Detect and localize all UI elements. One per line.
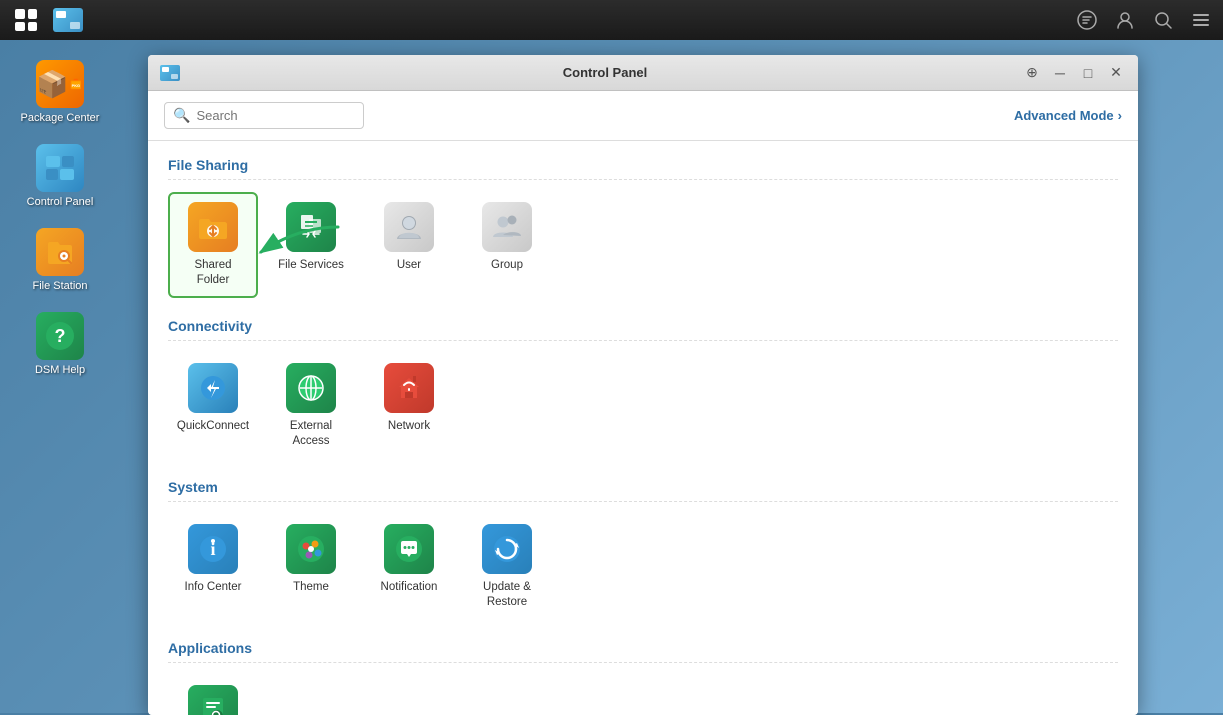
file-sharing-title: File Sharing (168, 157, 1118, 180)
arrow-indicator (253, 222, 343, 272)
theme-label: Theme (293, 580, 329, 595)
svg-text:?: ? (55, 326, 66, 346)
window-close-button[interactable]: ✕ (1106, 63, 1126, 83)
group-icon (482, 202, 532, 252)
window-maximize-button[interactable]: □ (1078, 63, 1098, 83)
advanced-mode-button[interactable]: Advanced Mode › (1014, 108, 1122, 123)
search-box[interactable]: 🔍 (164, 102, 364, 129)
control-panel-taskbar-icon (53, 8, 83, 32)
taskbar (0, 0, 1223, 40)
applications-section: Applications (168, 640, 1118, 715)
dsm-help-icon: ? (36, 312, 84, 360)
system-title: System (168, 479, 1118, 502)
connectivity-grid: QuickConnect (168, 353, 1118, 459)
theme-icon (286, 524, 336, 574)
theme-item[interactable]: Theme (266, 514, 356, 620)
user-icon[interactable] (1111, 6, 1139, 34)
connectivity-title: Connectivity (168, 318, 1118, 341)
quickconnect-label: QuickConnect (177, 419, 249, 434)
indexing-service-item[interactable]: IndexingService (168, 675, 258, 715)
svg-text:PKG: PKG (72, 83, 80, 88)
user-item[interactable]: User (364, 192, 454, 298)
system-section: System i Info Center (168, 479, 1118, 620)
window-minimize-button[interactable]: ─ (1050, 63, 1070, 83)
grid-icon (15, 9, 37, 31)
network-icon (384, 363, 434, 413)
external-access-icon (286, 363, 336, 413)
external-access-label: External Access (276, 419, 346, 449)
desktop: PKG Package Center Control Panel (0, 40, 1223, 713)
control-panel-desktop-icon (36, 144, 84, 192)
info-center-icon: i (188, 524, 238, 574)
window-titlebar: Control Panel ⊕ ─ □ ✕ (148, 55, 1138, 91)
desktop-icon-file-station[interactable]: File Station (20, 228, 100, 292)
system-grid: i Info Center (168, 514, 1118, 620)
desktop-icon-list: PKG Package Center Control Panel (20, 60, 100, 376)
menu-icon[interactable] (1187, 6, 1215, 34)
user-icon-cp (384, 202, 434, 252)
file-sharing-grid: SharedFolder (168, 192, 1118, 298)
applications-title: Applications (168, 640, 1118, 663)
window-pin-button[interactable]: ⊕ (1022, 63, 1042, 83)
control-panel-desktop-label: Control Panel (27, 196, 94, 208)
package-center-icon: PKG (36, 60, 84, 108)
desktop-icon-package-center[interactable]: PKG Package Center (20, 60, 100, 124)
info-center-label: Info Center (185, 580, 242, 595)
file-station-icon (36, 228, 84, 276)
desktop-icon-control-panel[interactable]: Control Panel (20, 144, 100, 208)
quickconnect-item[interactable]: QuickConnect (168, 353, 258, 459)
package-center-label: Package Center (21, 112, 100, 124)
notification-label: Notification (381, 580, 438, 595)
control-panel-taskbar-button[interactable] (50, 2, 86, 38)
search-taskbar-icon[interactable] (1149, 6, 1177, 34)
file-station-label: File Station (32, 280, 87, 292)
network-item[interactable]: Network (364, 353, 454, 459)
window-title: Control Panel (188, 65, 1022, 80)
quickconnect-icon (188, 363, 238, 413)
desktop-icon-dsm-help[interactable]: ? DSM Help (20, 312, 100, 376)
advanced-mode-chevron: › (1118, 108, 1122, 123)
shared-folder-label: SharedFolder (194, 258, 231, 288)
connectivity-section: Connectivity Qui (168, 318, 1118, 459)
user-label: User (397, 258, 421, 273)
file-sharing-section: File Sharing (168, 157, 1118, 298)
shared-folder-icon (188, 202, 238, 252)
window-title-icon (160, 65, 180, 81)
group-label: Group (491, 258, 523, 273)
shared-folder-item[interactable]: SharedFolder (168, 192, 258, 298)
advanced-mode-label: Advanced Mode (1014, 108, 1114, 123)
message-icon[interactable] (1073, 6, 1101, 34)
group-item[interactable]: Group (462, 192, 552, 298)
update-restore-label: Update &Restore (483, 580, 531, 610)
window-controls: ⊕ ─ □ ✕ (1022, 63, 1126, 83)
notification-icon (384, 524, 434, 574)
search-input[interactable] (196, 108, 355, 123)
window-toolbar: 🔍 Advanced Mode › (148, 91, 1138, 141)
dsm-help-label: DSM Help (35, 364, 85, 376)
indexing-service-icon (188, 685, 238, 715)
update-restore-item[interactable]: Update &Restore (462, 514, 552, 620)
network-label: Network (388, 419, 430, 434)
applications-grid: IndexingService (168, 675, 1118, 715)
taskbar-right-area (1073, 6, 1215, 34)
info-center-item[interactable]: i Info Center (168, 514, 258, 620)
search-icon: 🔍 (173, 107, 190, 124)
app-grid-button[interactable] (8, 2, 44, 38)
external-access-item[interactable]: External Access (266, 353, 356, 459)
update-restore-icon (482, 524, 532, 574)
notification-item[interactable]: Notification (364, 514, 454, 620)
window-content: File Sharing (148, 141, 1138, 715)
control-panel-window: Control Panel ⊕ ─ □ ✕ 🔍 Advanced Mode › (148, 55, 1138, 715)
